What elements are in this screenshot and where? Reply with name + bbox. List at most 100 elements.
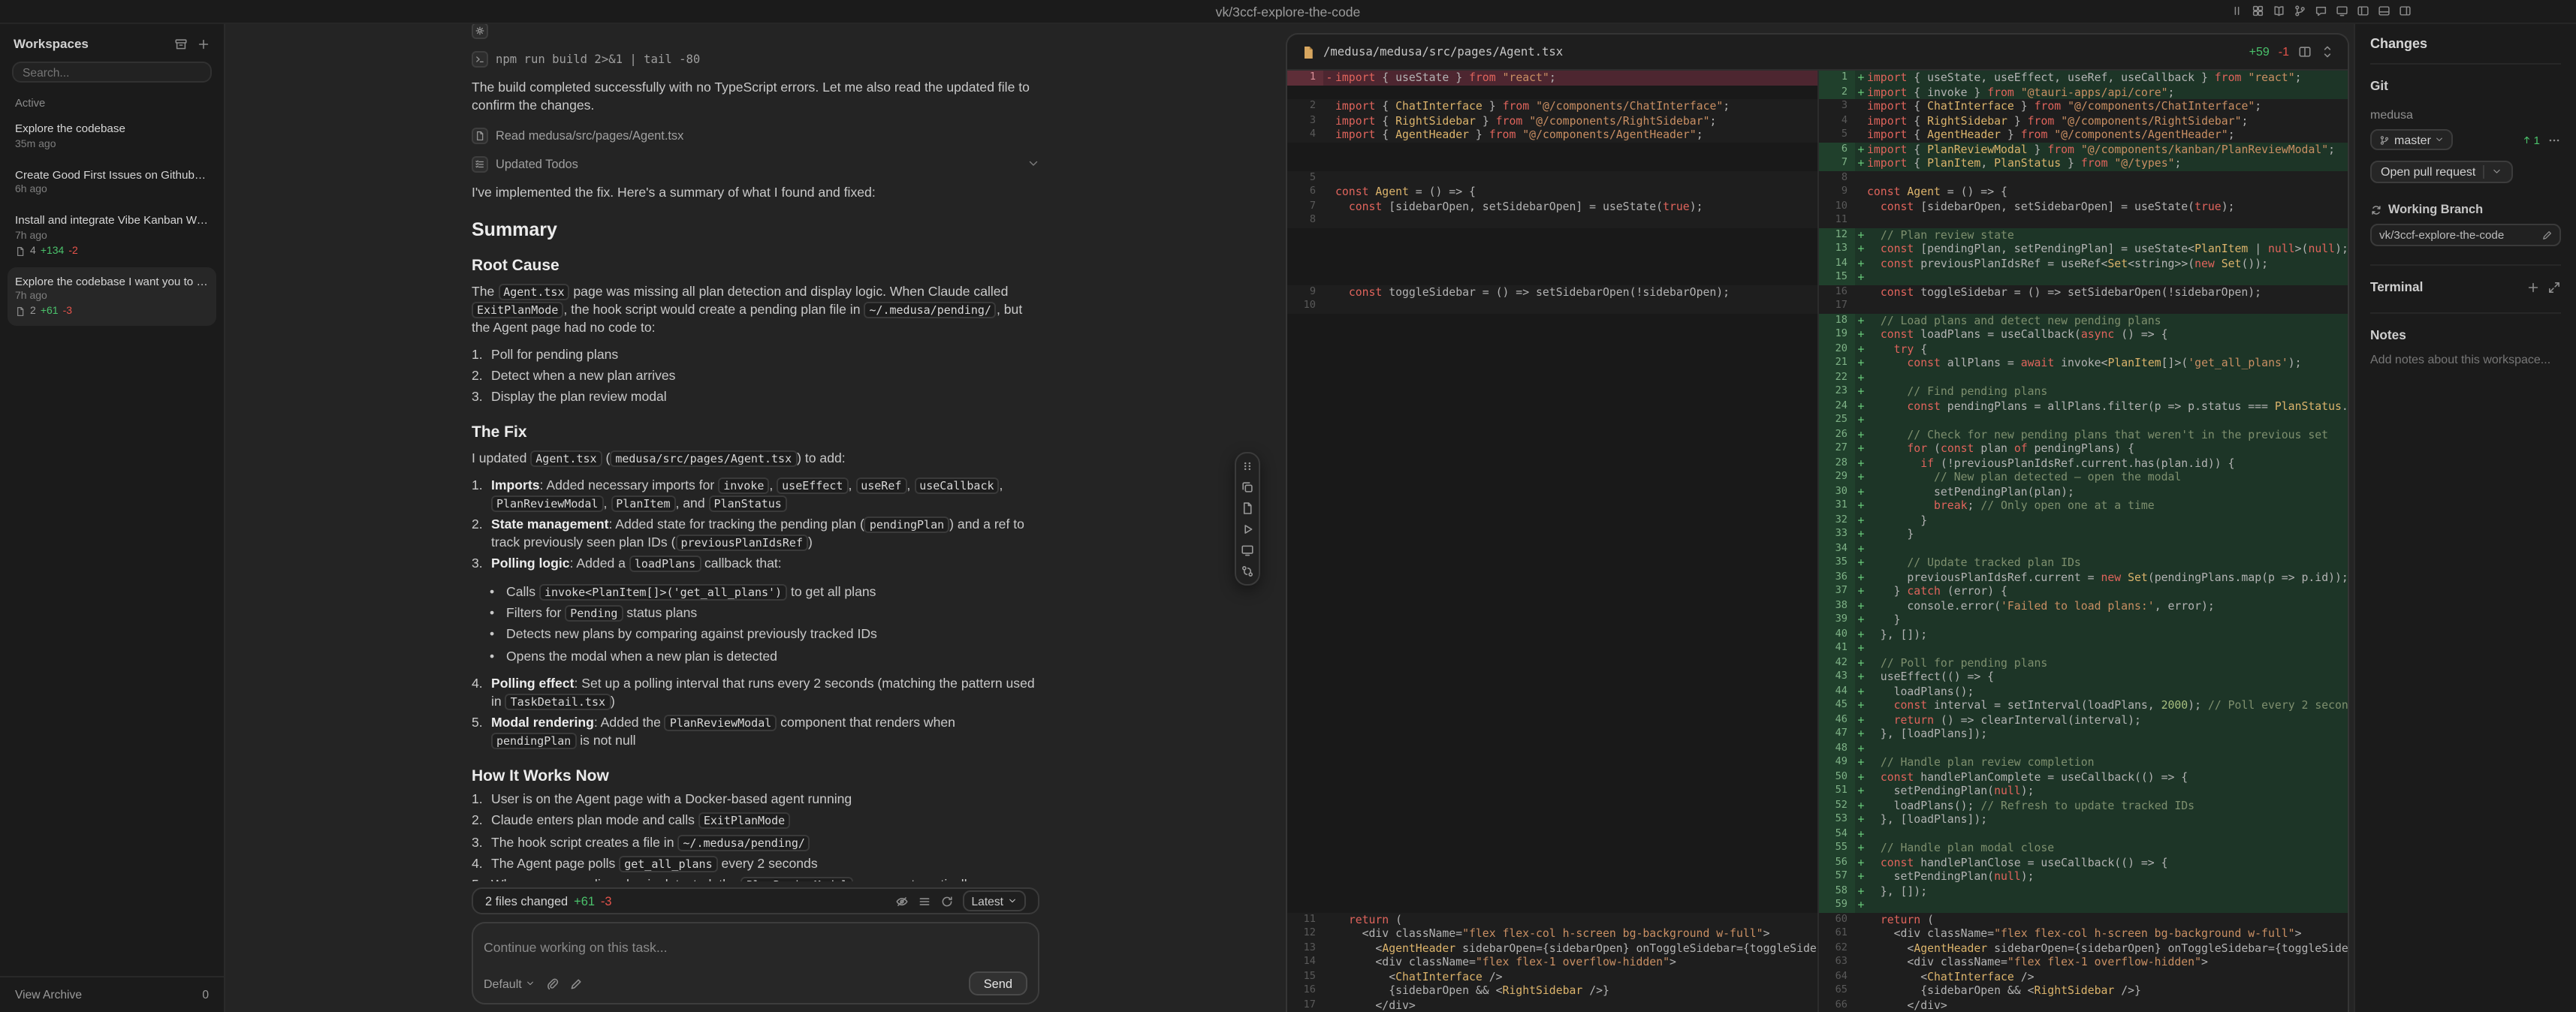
working-branch-field[interactable]: vk/3ccf-explore-the-code [2370,224,2561,246]
code-text: }, []); [1867,627,2348,641]
panel-left-icon[interactable] [2356,5,2369,18]
list-marker: 3. [472,390,485,408]
eye-off-icon[interactable] [895,894,909,908]
code-text: loadPlans(); // Refresh to update tracke… [1867,798,2348,812]
tool-call-label: npm run build 2>&1 | tail -80 [496,53,700,66]
line-number: 11 [1819,213,1855,227]
diff-row: 2+import { invoke } from "@tauri-apps/ap… [1287,85,2348,99]
diff-marker [1323,812,1335,827]
workspace-title: Create Good First Issues on Github So ..… [15,167,209,181]
monitor-icon[interactable] [2335,5,2348,18]
tool-call-chip[interactable]: Updated Todos [472,155,1039,172]
diff-line-new: 35+ // Update tracked plan IDs [1817,556,2348,570]
search-input[interactable] [12,62,212,83]
attach-icon[interactable] [546,977,560,990]
diff-content[interactable]: 1-import { useState } from "react";1+imp… [1287,71,2348,1012]
sync-icon [2370,203,2382,215]
workspaces-sidebar: Workspaces Active Explore the codebase35… [0,24,225,1012]
new-terminal-icon[interactable] [2526,280,2540,294]
workspace-item[interactable]: Explore the codebase35m ago [8,114,216,158]
message-input[interactable] [484,940,1027,955]
play-icon[interactable] [1241,523,1254,536]
list-item: 1.Poll for pending plans [472,346,1039,364]
tool-call-label: Updated Todos [496,157,578,170]
notes-placeholder[interactable]: Add notes about this workspace... [2370,353,2561,369]
diff-row: 54+ [1287,827,2348,841]
changes-status-bar[interactable]: 2 files changed +61 -3 Latest [472,887,1039,914]
expand-icon[interactable] [2547,280,2561,294]
diff-line-new: 2+import { invoke } from "@tauri-apps/ap… [1817,85,2348,99]
version-dropdown[interactable]: Latest [963,890,1027,911]
diff-marker: + [1855,156,1867,170]
message-composer[interactable]: Default Send [472,922,1039,1004]
copy-icon[interactable] [1241,480,1254,494]
archive-icon[interactable] [174,37,188,50]
diff-marker [1323,969,1335,983]
line-number: 30 [1819,484,1855,498]
list-marker: • [490,627,500,645]
file-diff-icon[interactable] [1241,501,1254,515]
new-workspace-icon[interactable] [197,37,210,50]
panel-bottom-icon[interactable] [2377,5,2390,18]
bullet-list: •Calls invoke<PlanItem[]>('get_all_plans… [472,583,1039,665]
refresh-icon[interactable] [940,894,954,908]
line-number: 39 [1819,613,1855,627]
book-icon[interactable] [2272,5,2285,18]
pause-icon[interactable] [2230,5,2243,18]
more-options-icon[interactable] [2547,133,2561,146]
notes-section-label: Notes [2370,327,2406,342]
open-pr-button[interactable]: Open pull request [2370,161,2512,183]
tool-call-chip[interactable]: npm run build 2>&1 | tail -80 [472,51,1039,68]
workspace-item[interactable]: Explore the codebase I want you to ex...… [8,267,216,326]
git-compare-icon[interactable] [1241,565,1254,578]
diff-line-old [1287,256,1817,270]
line-number: 13 [1287,941,1323,955]
diff-marker [1855,955,1867,969]
diff-row: 6const Agent = () => {9const Agent = () … [1287,185,2348,199]
layout-grid-icon[interactable] [2251,5,2264,18]
send-button[interactable]: Send [969,971,1027,995]
diff-row: 9 const toggleSidebar = () => setSidebar… [1287,285,2348,299]
line-number: 3 [1287,113,1323,128]
diff-line-old [1287,498,1817,513]
diff-row: 34+ [1287,541,2348,556]
inline-code: pendingPlan [491,733,576,749]
branch-selector[interactable]: master [2370,129,2454,150]
workspace-item[interactable]: Install and integrate Vibe Kanban Web...… [8,206,216,265]
split-view-icon[interactable] [2298,45,2312,59]
view-archive-button[interactable]: View Archive [15,988,82,1001]
chat-transcript[interactable]: npm run build 2>&1 | tail -80The build c… [225,24,1286,881]
drag-handle-icon[interactable] [1241,459,1254,473]
diff-line-new: 66 </div> [1817,998,2348,1012]
diff-marker [1323,342,1335,356]
diff-row: 14+ const previousPlanIdsRef = useRef<Se… [1287,256,2348,270]
edit-icon[interactable] [2541,230,2552,241]
files-count: 4 [30,245,36,256]
chat-icon[interactable] [2314,5,2327,18]
inline-code: get_all_plans [619,856,717,872]
unfold-icon[interactable] [2321,45,2334,59]
diff-marker: + [1855,384,1867,399]
clipped-tool-chip[interactable] [472,24,1039,39]
code-text: const handlePlanComplete = useCallback((… [1867,770,2348,784]
diff-marker [1855,213,1867,227]
model-selector[interactable]: Default [484,977,535,990]
terminal-window-icon[interactable] [1241,544,1254,557]
line-number: 58 [1819,884,1855,898]
chevron-down-icon[interactable] [1027,158,1039,170]
line-number: 40 [1819,627,1855,641]
pen-icon[interactable] [570,977,584,990]
workspace-item[interactable]: Create Good First Issues on Github So ..… [8,160,216,204]
code-text [1335,513,1817,527]
panel-right-icon[interactable] [2398,5,2411,18]
list-icon[interactable] [918,894,931,908]
code-text [1335,299,1817,313]
list-marker: 2. [472,517,485,552]
tool-call-chip[interactable]: Read medusa/src/pages/Agent.tsx [472,127,1039,143]
git-branch-icon[interactable] [2293,5,2306,18]
line-number: 16 [1287,983,1323,998]
sidebar-title: Workspaces [14,36,89,51]
diff-marker [1323,584,1335,598]
diff-marker [1323,456,1335,470]
line-number [1287,798,1323,812]
